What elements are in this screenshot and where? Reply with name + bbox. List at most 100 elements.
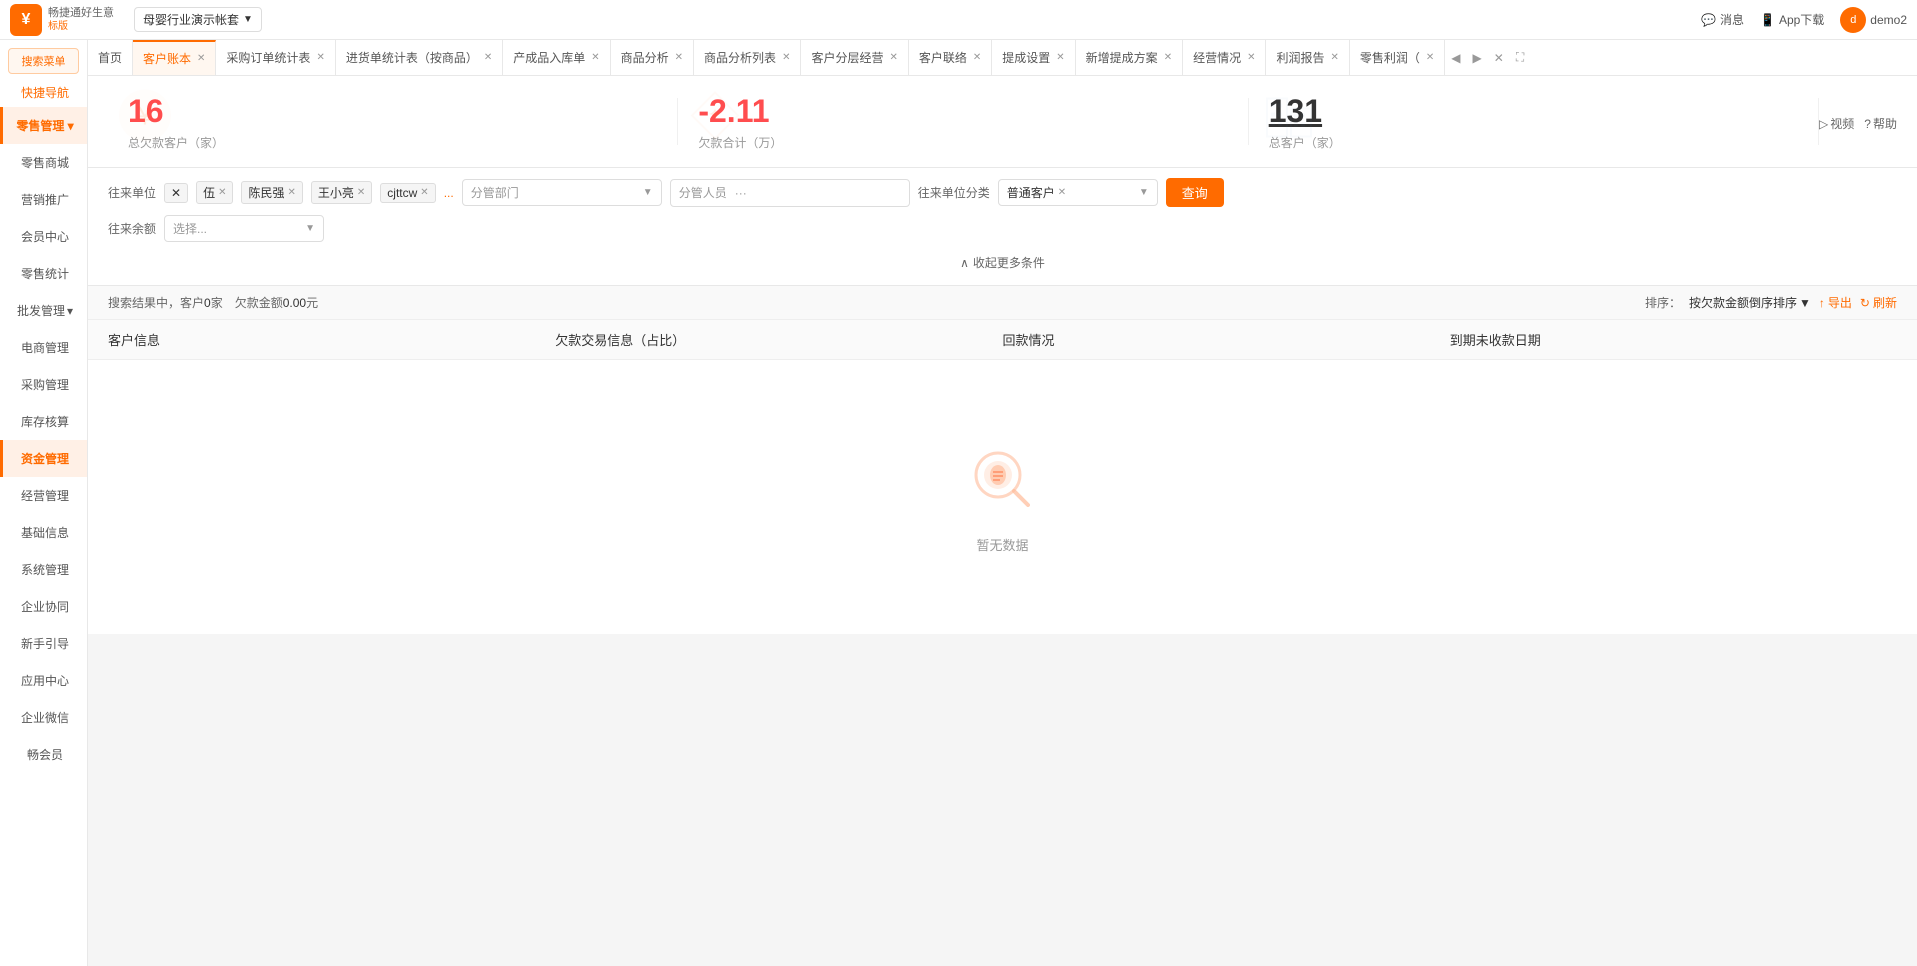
category-select[interactable]: 普通客户 ✕ ▼ <box>998 179 1158 206</box>
person-select-label: 分管人员 <box>679 184 727 201</box>
tab-new-raise-plan[interactable]: 新增提成方案 ✕ <box>1076 40 1183 76</box>
sidebar-item-system[interactable]: 系统管理 <box>0 551 87 588</box>
tab-close-production-inbound[interactable]: ✕ <box>591 52 599 63</box>
tab-close-raise-settings[interactable]: ✕ <box>1056 52 1064 63</box>
tab-nav-maximize[interactable]: ⛶ <box>1510 40 1530 76</box>
tab-purchase-orders[interactable]: 采购订单统计表 ✕ <box>216 40 335 76</box>
download-icon: 📱 <box>1760 13 1775 27</box>
sidebar-item-retail-store[interactable]: 零售商城 <box>0 144 87 181</box>
diamond-bg-icon: ✦ <box>688 88 742 142</box>
tab-close-operations-status[interactable]: ✕ <box>1247 52 1255 63</box>
tab-nav-prev[interactable]: ◀ <box>1445 40 1466 76</box>
collapse-area: ∧ 收起更多条件 <box>108 250 1897 275</box>
refresh-icon: ↻ <box>1860 296 1870 310</box>
tag-close-cjttcw[interactable]: ✕ <box>420 187 428 198</box>
col-header-repayment: 回款情况 <box>1003 330 1450 349</box>
sidebar-item-app-center[interactable]: 应用中心 <box>0 662 87 699</box>
tab-close-new-raise-plan[interactable]: ✕ <box>1164 52 1172 63</box>
tab-home[interactable]: 首页 <box>88 40 133 76</box>
sidebar-item-quick-nav[interactable]: 快捷导航 <box>0 78 87 107</box>
tab-close-product-analysis[interactable]: ✕ <box>675 52 683 63</box>
sidebar-item-basic-info[interactable]: 基础信息 <box>0 514 87 551</box>
search-button[interactable]: 查询 <box>1166 178 1224 207</box>
sidebar-item-ecommerce[interactable]: 电商管理 <box>0 329 87 366</box>
sidebar-item-enterprise-wechat[interactable]: 企业微信 <box>0 699 87 736</box>
play-icon: ▷ <box>1819 117 1828 131</box>
filter-tag-wangxiaoliang: 王小亮 ✕ <box>311 181 372 204</box>
person-dots-icon[interactable]: ··· <box>731 184 751 202</box>
tab-close-retail-profit[interactable]: ✕ <box>1426 52 1434 63</box>
sidebar-item-newbie[interactable]: 新手引导 <box>0 625 87 662</box>
tab-close-customer-contact[interactable]: ✕ <box>973 52 981 63</box>
tab-customer-contact[interactable]: 客户联络 ✕ <box>909 40 992 76</box>
sidebar-item-finance[interactable]: 资金管理 <box>0 440 87 477</box>
tab-product-analysis-list[interactable]: 商品分析列表 ✕ <box>694 40 801 76</box>
help-link[interactable]: ? 帮助 <box>1864 115 1897 132</box>
search-menu-button[interactable]: 搜索菜单 <box>8 48 79 74</box>
app-download-btn[interactable]: 📱 App下载 <box>1760 11 1824 28</box>
filter-tag-unit-x[interactable]: ✕ <box>164 183 188 203</box>
tab-production-inbound[interactable]: 产成品入库单 ✕ <box>503 40 610 76</box>
export-button[interactable]: ↑ 导出 <box>1819 294 1852 311</box>
tag-close-normal-customer[interactable]: ✕ <box>1058 187 1066 198</box>
account-selector[interactable]: 母婴行业演示帐套 ▼ <box>134 7 262 32</box>
tab-close-customer-segment[interactable]: ✕ <box>889 52 897 63</box>
tab-operations-status[interactable]: 经营情况 ✕ <box>1183 40 1266 76</box>
chevron-down-icon: ▼ <box>243 14 253 25</box>
sidebar-item-wholesale-mgmt[interactable]: 批发管理 ▾ <box>0 292 87 329</box>
tab-close-customer-accounts[interactable]: ✕ <box>197 53 205 64</box>
tab-retail-profit[interactable]: 零售利润（ ✕ <box>1350 40 1445 76</box>
dept-chevron-icon: ▼ <box>643 187 653 198</box>
tab-nav-close-all[interactable]: ✕ <box>1488 40 1510 76</box>
tab-product-analysis[interactable]: 商品分析 ✕ <box>611 40 694 76</box>
avatar: d <box>1840 7 1866 33</box>
empty-icon <box>963 440 1043 523</box>
person-select[interactable]: 分管人员 ··· <box>670 179 910 207</box>
filter-row-2: 往来余额 选择... ▼ <box>108 215 1897 242</box>
tab-close-product-analysis-list[interactable]: ✕ <box>782 52 790 63</box>
filter-more-btn[interactable]: ... <box>444 186 454 200</box>
sidebar-item-vip[interactable]: 畅会员 <box>0 736 87 773</box>
main-content: ¥ 16 总欠款客户（家） ✦ <box>88 76 1917 966</box>
stats-area: ¥ 16 总欠款客户（家） ✦ <box>88 76 1917 168</box>
tab-nav-next[interactable]: ▶ <box>1467 40 1488 76</box>
sidebar-item-purchase[interactable]: 采购管理 <box>0 366 87 403</box>
col-header-debt: 欠款交易信息（占比） <box>555 330 1002 349</box>
tab-bar: 首页 客户账本 ✕ 采购订单统计表 ✕ 进货单统计表（按商品） ✕ 产成品入库单… <box>88 40 1917 76</box>
dept-select[interactable]: 分管部门 ▼ <box>462 179 662 206</box>
tab-customer-segment[interactable]: 客户分层经营 ✕ <box>801 40 908 76</box>
balance-select[interactable]: 选择... ▼ <box>164 215 324 242</box>
tab-customer-accounts[interactable]: 客户账本 ✕ <box>133 40 216 76</box>
user-avatar-area[interactable]: d demo2 <box>1840 7 1907 33</box>
sidebar-item-retail-mgmt[interactable]: 零售管理 ▾ <box>0 107 87 144</box>
collapse-button[interactable]: ∧ 收起更多条件 <box>952 250 1053 275</box>
tab-profit-report[interactable]: 利润报告 ✕ <box>1266 40 1349 76</box>
help-icon: ? <box>1864 117 1871 131</box>
filter-tag-chenminqiang: 陈民强 ✕ <box>241 181 302 204</box>
messages-btn[interactable]: 💬 消息 <box>1701 11 1744 28</box>
sidebar-item-inventory[interactable]: 库存核算 <box>0 403 87 440</box>
tab-close-inbound-stats[interactable]: ✕ <box>484 52 492 63</box>
sort-button[interactable]: 按欠款金额倒序排序 ▼ <box>1689 294 1811 311</box>
tab-close-profit-report[interactable]: ✕ <box>1331 52 1339 63</box>
col-header-customer: 客户信息 <box>108 330 555 349</box>
video-link[interactable]: ▷ 视频 <box>1819 115 1854 132</box>
app-logo-area: ¥ 畅捷通好生意 标版 <box>10 4 114 36</box>
top-right-links: ▷ 视频 ? 帮助 <box>1819 111 1897 132</box>
tab-inbound-stats[interactable]: 进货单统计表（按商品） ✕ <box>336 40 503 76</box>
no-data-icon <box>963 440 1043 520</box>
filter-tag-wu: 伍 ✕ <box>196 181 233 204</box>
tab-raise-settings[interactable]: 提成设置 ✕ <box>992 40 1075 76</box>
sort-chevron-icon: ▼ <box>1799 296 1811 310</box>
tag-close-wangxiaoliang[interactable]: ✕ <box>357 187 365 198</box>
refresh-button[interactable]: ↻ 刷新 <box>1860 294 1897 311</box>
col-header-date: 到期未收款日期 <box>1450 330 1897 349</box>
tag-close-chenminqiang[interactable]: ✕ <box>288 187 296 198</box>
sidebar-item-enterprise[interactable]: 企业协同 <box>0 588 87 625</box>
tab-close-purchase-orders[interactable]: ✕ <box>316 52 324 63</box>
sidebar-item-retail-stat[interactable]: 零售统计 <box>0 255 87 292</box>
tag-close-wu[interactable]: ✕ <box>218 187 226 198</box>
sidebar-item-member-center[interactable]: 会员中心 <box>0 218 87 255</box>
sidebar-item-marketing[interactable]: 营销推广 <box>0 181 87 218</box>
sidebar-item-operations[interactable]: 经营管理 <box>0 477 87 514</box>
